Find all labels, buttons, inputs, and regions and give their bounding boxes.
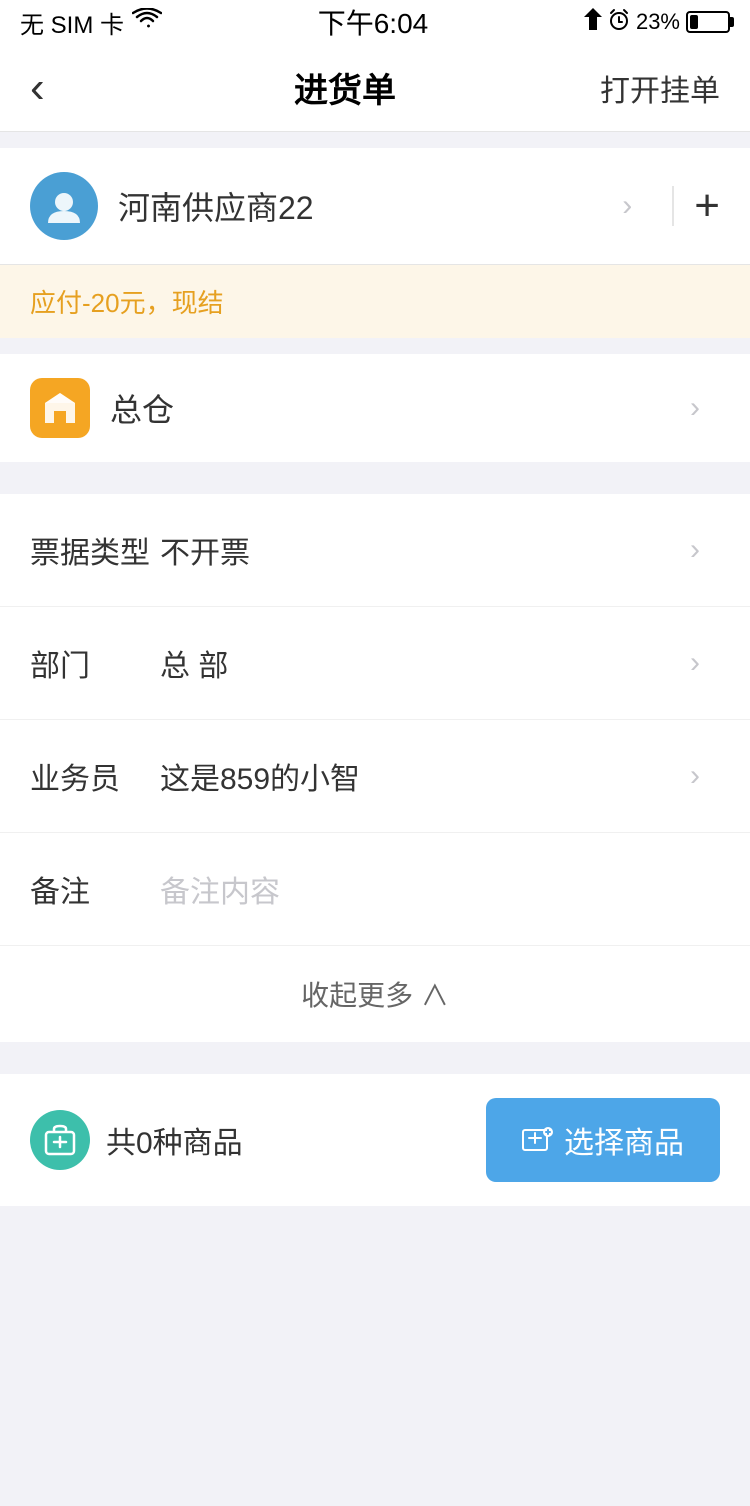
warehouse-section: 总仓 › [0, 354, 750, 462]
add-supplier-button[interactable]: + [694, 184, 720, 228]
supplier-chevron-icon: › [622, 189, 632, 223]
nav-bar: ‹ 进货单 打开挂单 [0, 44, 750, 132]
supplier-divider [672, 186, 674, 226]
product-count-icon [30, 1110, 90, 1170]
page-rest [0, 1206, 750, 1506]
department-chevron-icon: › [690, 646, 700, 680]
product-count-area: 共0种商品 [30, 1110, 243, 1170]
notice-banner: 应付-20元，现结 [0, 265, 750, 338]
location-icon [584, 8, 602, 36]
supplier-section: 河南供应商22 › + 应付-20元，现结 [0, 148, 750, 338]
section-divider-2 [0, 338, 750, 354]
department-value: 总 部 [160, 641, 690, 685]
collapse-button[interactable]: 收起更多 ∧ [0, 945, 750, 1042]
department-row[interactable]: 部门 总 部 › [0, 607, 750, 720]
salesperson-row[interactable]: 业务员 这是859的小智 › [0, 720, 750, 833]
ticket-type-chevron-icon: › [690, 533, 700, 567]
status-time: 下午6:04 [318, 2, 429, 42]
notice-text: 应付-20元，现结 [30, 288, 224, 318]
warehouse-row[interactable]: 总仓 › [0, 354, 750, 462]
warehouse-name: 总仓 [110, 385, 690, 431]
salesperson-label: 业务员 [30, 754, 160, 798]
section-divider-1 [0, 132, 750, 148]
bottom-bar: 共0种商品 选择商品 [0, 1074, 750, 1206]
section-divider-3 [0, 462, 750, 478]
status-bar: 无 SIM 卡 下午6:04 23% [0, 0, 750, 44]
salesperson-chevron-icon: › [690, 759, 700, 793]
ticket-type-value: 不开票 [160, 528, 690, 572]
select-product-label: 选择商品 [564, 1118, 684, 1162]
open-pending-button[interactable]: 打开挂单 [600, 66, 720, 110]
warehouse-chevron-icon: › [690, 391, 700, 425]
supplier-row: 河南供应商22 › + [0, 148, 750, 265]
supplier-avatar [30, 172, 98, 240]
wifi-icon [132, 8, 162, 37]
back-button[interactable]: ‹ [30, 63, 90, 113]
carrier-text: 无 SIM 卡 [20, 5, 124, 40]
page-title: 进货单 [294, 63, 396, 112]
alarm-icon [608, 8, 630, 36]
product-count-text: 共0种商品 [106, 1118, 243, 1162]
ticket-type-label: 票据类型 [30, 528, 160, 572]
collapse-label: 收起更多 ∧ [301, 980, 449, 1011]
status-right: 23% [584, 8, 730, 36]
supplier-name[interactable]: 河南供应商22 [118, 183, 622, 229]
remark-row[interactable]: 备注 备注内容 [0, 833, 750, 945]
salesperson-value: 这是859的小智 [160, 754, 690, 798]
department-label: 部门 [30, 641, 160, 685]
form-section: 票据类型 不开票 › 部门 总 部 › 业务员 这是859的小智 › 备注 备注… [0, 494, 750, 945]
warehouse-icon [30, 378, 90, 438]
ticket-type-row[interactable]: 票据类型 不开票 › [0, 494, 750, 607]
battery-percent: 23% [636, 9, 680, 35]
select-product-button[interactable]: 选择商品 [486, 1098, 720, 1182]
remark-label: 备注 [30, 867, 160, 911]
remark-input[interactable]: 备注内容 [160, 867, 720, 911]
status-left: 无 SIM 卡 [20, 5, 162, 40]
battery-icon [686, 11, 730, 33]
section-divider-4 [0, 1042, 750, 1058]
